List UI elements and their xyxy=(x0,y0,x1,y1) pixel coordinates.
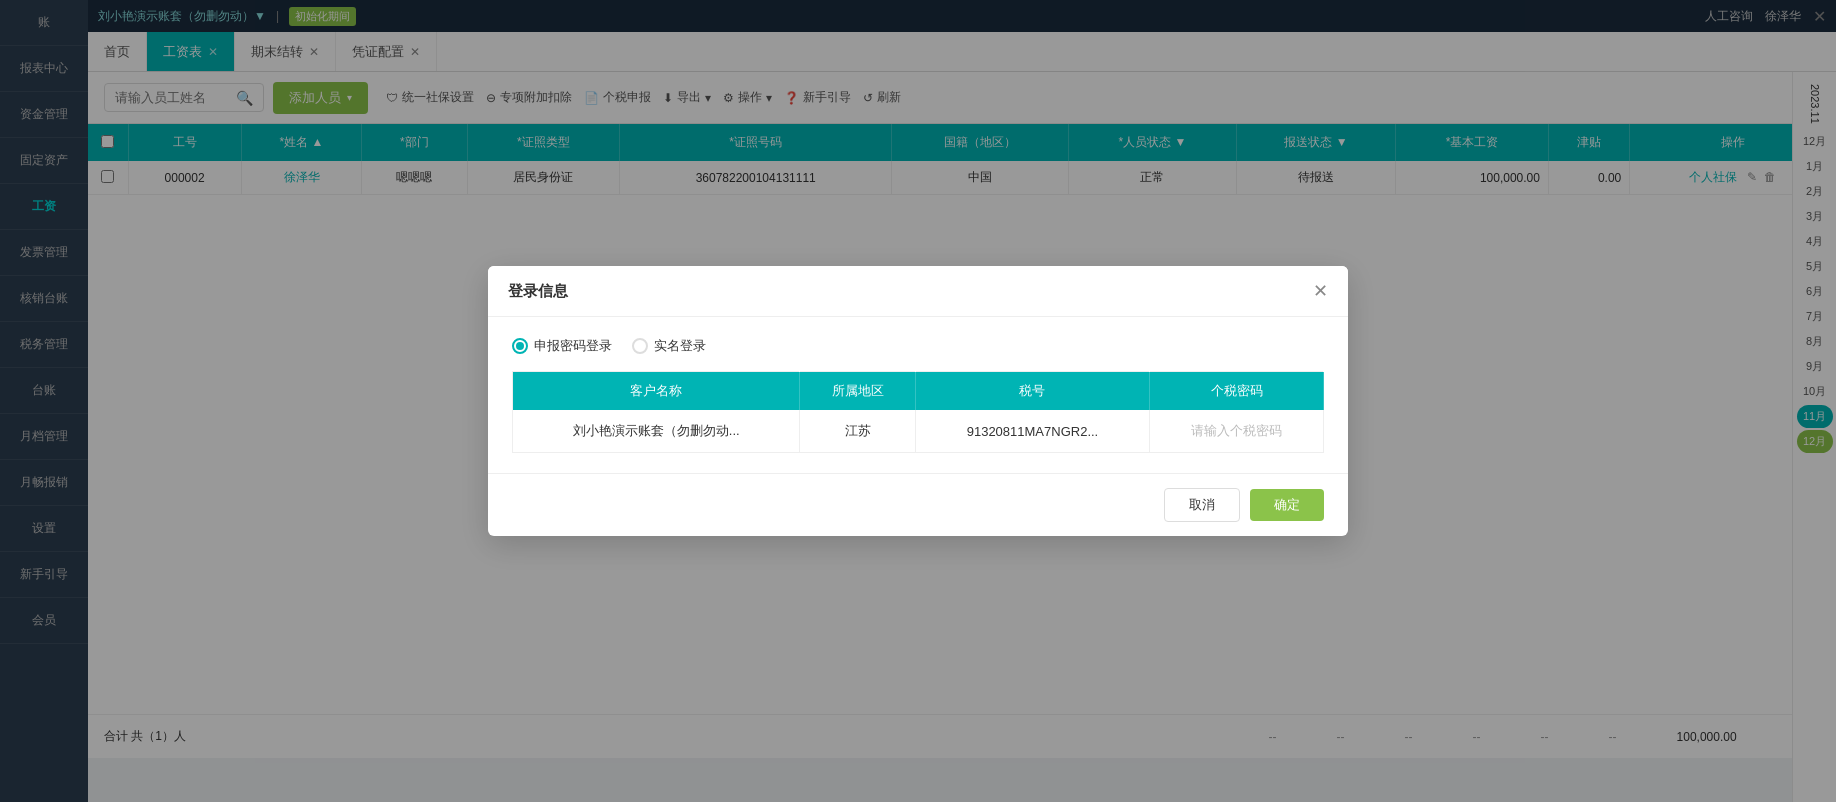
radio-group: 申报密码登录 实名登录 xyxy=(512,337,1324,355)
dialog-cell-region: 江苏 xyxy=(800,410,915,453)
login-dialog: 登录信息 ✕ 申报密码登录 实名登录 xyxy=(488,266,1348,536)
dialog-col-password: 个税密码 xyxy=(1150,372,1324,411)
radio-password-login[interactable]: 申报密码登录 xyxy=(512,337,612,355)
dialog-cell-taxno: 91320811MA7NGR2... xyxy=(915,410,1149,453)
dialog-cell-name: 刘小艳演示账套（勿删勿动... xyxy=(513,410,800,453)
cancel-button[interactable]: 取消 xyxy=(1164,488,1240,522)
dialog-col-name: 客户名称 xyxy=(513,372,800,411)
radio-realname-circle xyxy=(632,338,648,354)
password-placeholder[interactable]: 请输入个税密码 xyxy=(1191,423,1282,438)
radio-realname-login[interactable]: 实名登录 xyxy=(632,337,706,355)
dialog-col-region: 所属地区 xyxy=(800,372,915,411)
dialog-overlay: 登录信息 ✕ 申报密码登录 实名登录 xyxy=(0,0,1836,802)
login-info-table: 客户名称 所属地区 税号 个税密码 刘小艳演示账套（勿删勿动... 江苏 913… xyxy=(512,371,1324,453)
radio-password-circle xyxy=(512,338,528,354)
dialog-table-row: 刘小艳演示账套（勿删勿动... 江苏 91320811MA7NGR2... 请输… xyxy=(513,410,1324,453)
dialog-body: 申报密码登录 实名登录 客户名称 所属地区 税号 个税密码 xyxy=(488,317,1348,473)
dialog-close-button[interactable]: ✕ xyxy=(1313,280,1328,302)
dialog-footer: 取消 确定 xyxy=(488,473,1348,536)
dialog-cell-password: 请输入个税密码 xyxy=(1150,410,1324,453)
dialog-title: 登录信息 xyxy=(508,282,568,301)
dialog-col-taxno: 税号 xyxy=(915,372,1149,411)
dialog-header: 登录信息 ✕ xyxy=(488,266,1348,317)
confirm-button[interactable]: 确定 xyxy=(1250,489,1324,521)
radio-password-dot xyxy=(516,342,524,350)
